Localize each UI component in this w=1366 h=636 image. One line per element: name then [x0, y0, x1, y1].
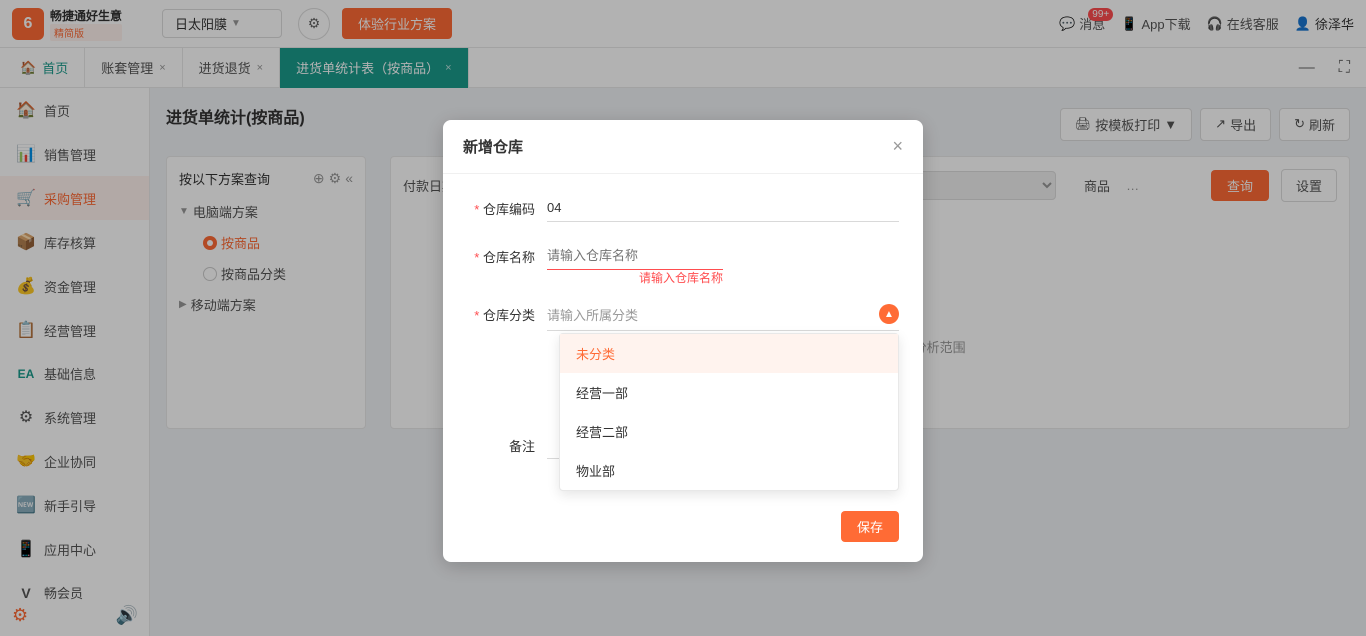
warehouse-code-input[interactable]	[547, 194, 899, 222]
category-dropdown-trigger[interactable]: 请输入所属分类 ▲	[547, 298, 899, 331]
modal-overlay: 新增仓库 × * 仓库编码 * 仓库名称 请输入仓库名称	[0, 0, 1366, 636]
form-row-category: * 仓库分类 请输入所属分类 ▲ 未分类 经营一部 经营二部 物业部	[467, 298, 899, 331]
name-error-message: 请输入仓库名称	[639, 269, 723, 286]
modal-footer: 保存	[443, 499, 923, 562]
modal-header: 新增仓库 ×	[443, 120, 923, 174]
modal-new-warehouse: 新增仓库 × * 仓库编码 * 仓库名称 请输入仓库名称	[443, 120, 923, 562]
form-row-code: * 仓库编码	[467, 194, 899, 222]
dropdown-item-0[interactable]: 未分类	[560, 334, 898, 373]
category-dropdown-list: 未分类 经营一部 经营二部 物业部	[559, 333, 899, 491]
modal-body: * 仓库编码 * 仓库名称 请输入仓库名称 *	[443, 174, 923, 499]
dropdown-up-icon: ▲	[879, 304, 899, 324]
dropdown-item-1[interactable]: 经营一部	[560, 373, 898, 412]
name-input-wrapper: 请输入仓库名称	[547, 242, 899, 270]
warehouse-name-input[interactable]	[547, 242, 723, 270]
name-label: * 仓库名称	[467, 247, 547, 266]
modal-title: 新增仓库	[463, 136, 523, 157]
modal-close-button[interactable]: ×	[892, 136, 903, 157]
dropdown-item-2[interactable]: 经营二部	[560, 412, 898, 451]
save-button[interactable]: 保存	[841, 511, 899, 542]
form-row-name: * 仓库名称 请输入仓库名称	[467, 242, 899, 270]
notes-label: 备注	[467, 436, 547, 455]
code-label: * 仓库编码	[467, 199, 547, 218]
dropdown-item-3[interactable]: 物业部	[560, 451, 898, 490]
category-label: * 仓库分类	[467, 305, 547, 324]
